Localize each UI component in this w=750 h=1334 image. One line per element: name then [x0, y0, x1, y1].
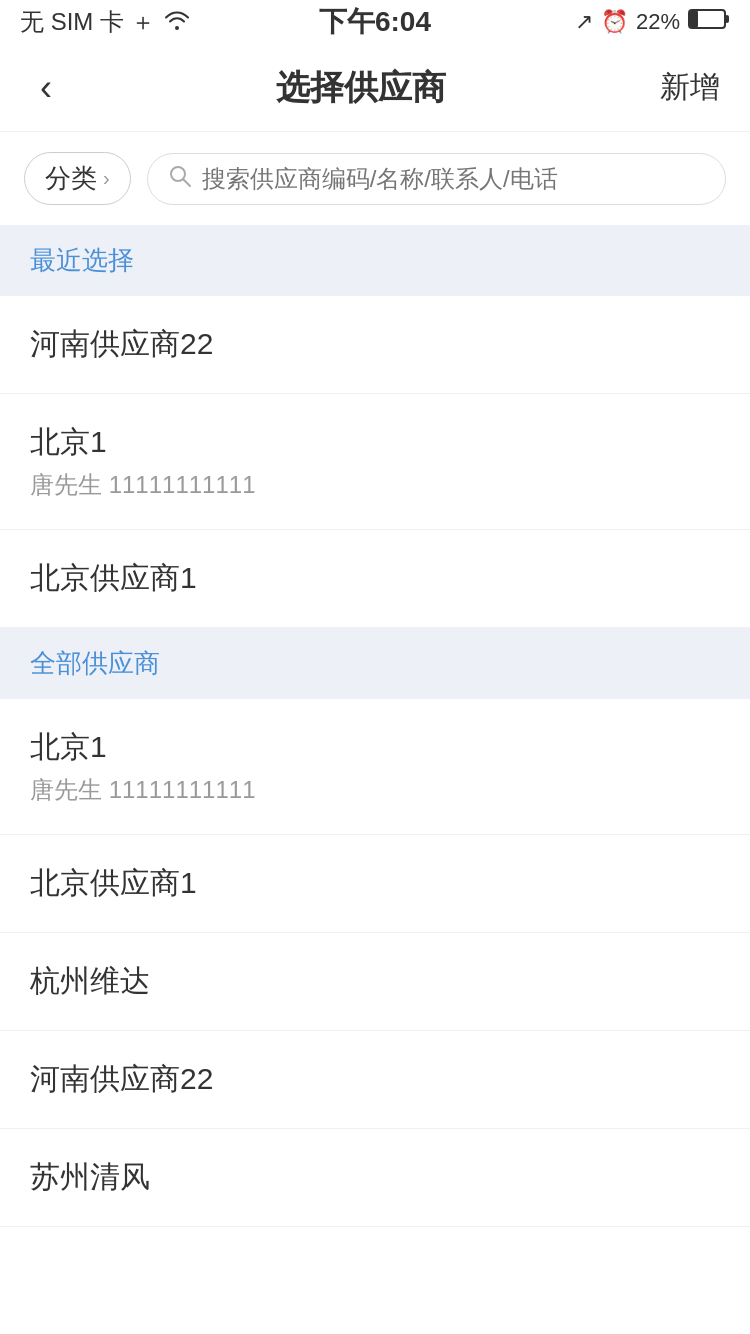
- search-icon: [168, 164, 192, 194]
- item-name: 苏州清风: [30, 1157, 720, 1198]
- category-label: 分类: [45, 161, 97, 196]
- status-bar: 无 SIM 卡 ＋ 下午6:04 ↗ ⏰ 22%: [0, 0, 750, 44]
- item-name: 北京1: [30, 727, 720, 768]
- all-list-item[interactable]: 北京1 唐先生 11111111111: [0, 699, 750, 835]
- status-time: 下午6:04: [319, 3, 431, 41]
- recent-section-title: 最近选择: [30, 245, 134, 275]
- search-input[interactable]: [202, 165, 705, 193]
- all-items-list: 北京1 唐先生 11111111111 北京供应商1 杭州维达河南供应商22 苏州清风: [0, 699, 750, 1227]
- all-list-item[interactable]: 河南供应商22: [0, 1031, 750, 1129]
- item-sub: 唐先生 11111111111: [30, 469, 720, 501]
- battery-level: 22%: [636, 9, 680, 35]
- svg-rect-1: [690, 11, 698, 27]
- svg-rect-2: [725, 15, 729, 23]
- all-section-title: 全部供应商: [30, 648, 160, 678]
- status-right: ↗ ⏰ 22%: [575, 8, 730, 36]
- recent-items-list: 河南供应商22 北京1 唐先生 11111111111 北京供应商1: [0, 296, 750, 628]
- recent-list-item[interactable]: 北京供应商1: [0, 530, 750, 628]
- all-list-item[interactable]: 北京供应商1: [0, 835, 750, 933]
- category-button[interactable]: 分类 ›: [24, 152, 131, 205]
- svg-line-4: [183, 179, 190, 186]
- item-name: 河南供应商22: [30, 324, 720, 365]
- all-list-item[interactable]: 杭州维达: [0, 933, 750, 1031]
- alarm-icon: ⏰: [601, 9, 628, 35]
- item-sub: 唐先生 11111111111: [30, 774, 720, 806]
- sim-status: 无 SIM 卡 ＋: [20, 6, 155, 38]
- chevron-right-icon: ›: [103, 167, 110, 190]
- item-name: 北京1: [30, 422, 720, 463]
- nav-bar: ‹ 选择供应商 新增: [0, 44, 750, 132]
- add-button[interactable]: 新增: [660, 67, 720, 108]
- wifi-icon: [163, 8, 191, 36]
- location-icon: ↗: [575, 9, 593, 35]
- battery-icon: [688, 8, 730, 36]
- status-left: 无 SIM 卡 ＋: [20, 6, 191, 38]
- item-name: 北京供应商1: [30, 558, 720, 599]
- all-section-header: 全部供应商: [0, 628, 750, 699]
- item-name: 河南供应商22: [30, 1059, 720, 1100]
- search-box[interactable]: [147, 153, 726, 205]
- recent-list-item[interactable]: 河南供应商22: [0, 296, 750, 394]
- page-title: 选择供应商: [276, 65, 446, 111]
- recent-section-header: 最近选择: [0, 225, 750, 296]
- back-button[interactable]: ‹: [30, 57, 62, 119]
- item-name: 北京供应商1: [30, 863, 720, 904]
- all-list-item[interactable]: 苏州清风: [0, 1129, 750, 1227]
- item-name: 杭州维达: [30, 961, 720, 1002]
- recent-list-item[interactable]: 北京1 唐先生 11111111111: [0, 394, 750, 530]
- filter-bar: 分类 ›: [0, 132, 750, 225]
